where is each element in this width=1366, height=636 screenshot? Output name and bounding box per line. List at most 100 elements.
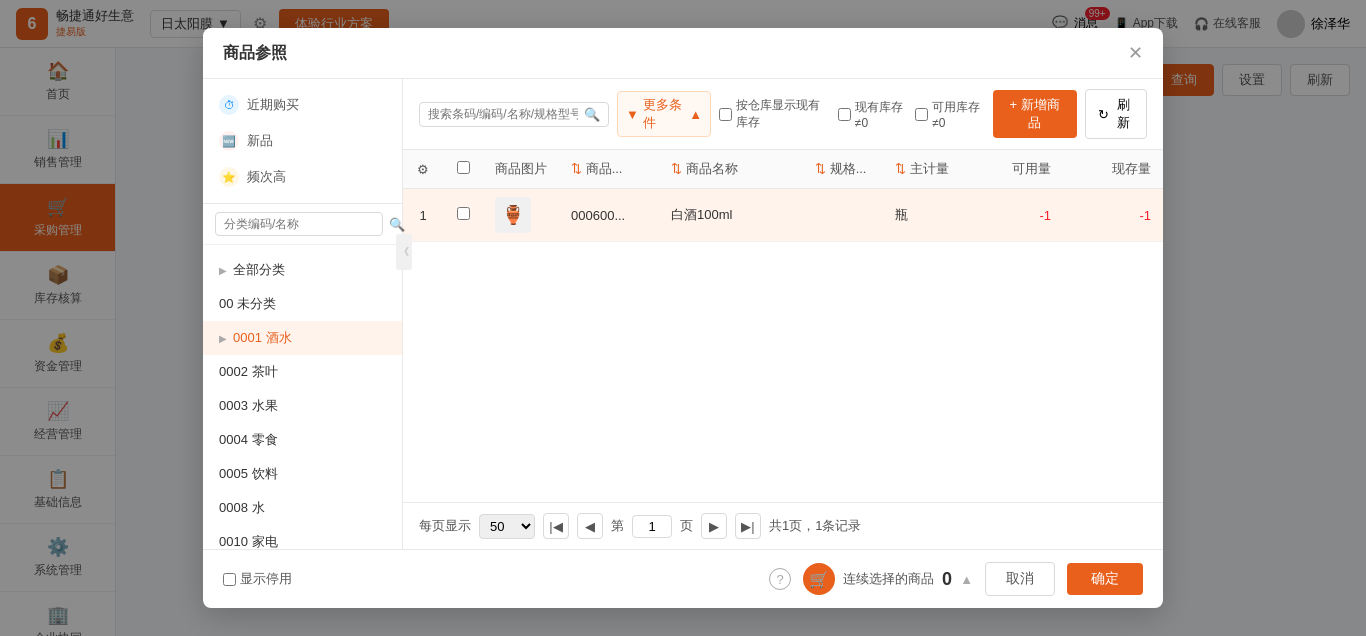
sort-icon-unit: ⇅ bbox=[895, 161, 906, 176]
cat-item-0003[interactable]: 0003 水果 bbox=[203, 389, 402, 423]
tab-recent-label: 近期购买 bbox=[247, 96, 299, 114]
collapse-icon: 《 bbox=[399, 245, 409, 259]
page-number-input[interactable] bbox=[632, 515, 672, 538]
product-search-input[interactable] bbox=[428, 107, 578, 121]
sort-icon-code: ⇅ bbox=[571, 161, 582, 176]
th-spec[interactable]: ⇅ 规格... bbox=[803, 150, 883, 189]
cart-area: 🛒 连续选择的商品 0 ▲ bbox=[803, 563, 973, 595]
arrow-icon: ▶ bbox=[219, 265, 227, 276]
prev-page-button[interactable]: ◀ bbox=[577, 513, 603, 539]
category-search-icon[interactable]: 🔍 bbox=[389, 217, 405, 232]
filter-up-icon: ▲ bbox=[689, 107, 702, 122]
cell-stock: -1 bbox=[1063, 189, 1163, 242]
left-tabs: ⏱ 近期购买 🆕 新品 ⭐ 频次高 bbox=[203, 79, 402, 204]
cancel-button[interactable]: 取消 bbox=[985, 562, 1055, 596]
cat-item-0001[interactable]: ▶ 0001 酒水 bbox=[203, 321, 402, 355]
right-panel: 🔍 ▼ 更多条件 ▲ 按仓库显示现有库存 现有库存≠0 bbox=[403, 79, 1163, 549]
th-code[interactable]: ⇅ 商品... bbox=[559, 150, 659, 189]
th-check[interactable] bbox=[443, 150, 483, 189]
cart-count: 0 bbox=[942, 569, 952, 590]
next-page-button[interactable]: ▶ bbox=[701, 513, 727, 539]
last-page-button[interactable]: ▶| bbox=[735, 513, 761, 539]
table-row[interactable]: 1 🏺 000600... 白酒100ml 瓶 bbox=[403, 189, 1163, 242]
sort-icon-name: ⇅ bbox=[671, 161, 682, 176]
th-stock: 现存量 bbox=[1063, 150, 1163, 189]
th-name[interactable]: ⇅ 商品名称 bbox=[659, 150, 803, 189]
th-unit[interactable]: ⇅ 主计量 bbox=[883, 150, 963, 189]
freq-icon: ⭐ bbox=[219, 167, 239, 187]
th-img: 商品图片 bbox=[483, 150, 559, 189]
left-panel: ⏱ 近期购买 🆕 新品 ⭐ 频次高 🔍 bbox=[203, 79, 403, 549]
cell-name: 白酒100ml bbox=[659, 189, 803, 242]
tab-new[interactable]: 🆕 新品 bbox=[203, 123, 402, 159]
checkbox-avail-ne0-label[interactable]: 可用库存≠0 bbox=[915, 99, 984, 130]
category-search-input[interactable] bbox=[215, 212, 383, 236]
refresh-icon: ↻ bbox=[1098, 107, 1109, 122]
sort-icon-spec: ⇅ bbox=[815, 161, 826, 176]
cell-unit: 瓶 bbox=[883, 189, 963, 242]
total-text: 共1页，1条记录 bbox=[769, 517, 861, 535]
show-disabled-label[interactable]: 显示停用 bbox=[223, 570, 292, 588]
cat-item-00[interactable]: 00 未分类 bbox=[203, 287, 402, 321]
confirm-button[interactable]: 确定 bbox=[1067, 563, 1143, 595]
tab-freq-label: 频次高 bbox=[247, 168, 286, 186]
checkbox-stock-ne0[interactable] bbox=[838, 108, 851, 121]
new-icon: 🆕 bbox=[219, 131, 239, 151]
show-disabled-checkbox[interactable] bbox=[223, 573, 236, 586]
cell-img: 🏺 bbox=[483, 189, 559, 242]
per-page-label: 每页显示 bbox=[419, 517, 471, 535]
pagination-bar: 每页显示 50 10 20 100 |◀ ◀ 第 页 ▶ ▶| 共1页，1条记录 bbox=[403, 502, 1163, 549]
right-toolbar: 🔍 ▼ 更多条件 ▲ 按仓库显示现有库存 现有库存≠0 bbox=[403, 79, 1163, 150]
row-checkbox[interactable] bbox=[457, 207, 470, 220]
help-icon[interactable]: ? bbox=[769, 568, 791, 590]
cat-item-0010[interactable]: 0010 家电 bbox=[203, 525, 402, 549]
cat-item-0005[interactable]: 0005 饮料 bbox=[203, 457, 402, 491]
cell-avail: -1 bbox=[963, 189, 1063, 242]
modal-header: 商品参照 ✕ bbox=[203, 28, 1163, 79]
checkbox-warehouse[interactable] bbox=[719, 108, 732, 121]
checkbox-stock-ne0-label[interactable]: 现有库存≠0 bbox=[838, 99, 907, 130]
category-search-row: 🔍 bbox=[203, 204, 402, 245]
page-suffix: 页 bbox=[680, 517, 693, 535]
tab-new-label: 新品 bbox=[247, 132, 273, 150]
product-thumbnail: 🏺 bbox=[495, 197, 531, 233]
modal-title: 商品参照 bbox=[223, 43, 287, 64]
arrow-icon-0001: ▶ bbox=[219, 333, 227, 344]
product-table: ⚙ 商品图片 ⇅ 商品... bbox=[403, 150, 1163, 242]
search-icon[interactable]: 🔍 bbox=[584, 107, 600, 122]
filter-icon: ▼ bbox=[626, 107, 639, 122]
product-reference-modal: 商品参照 ✕ ⏱ 近期购买 🆕 新品 ⭐ 频次高 bbox=[203, 28, 1163, 608]
filter-label: 更多条件 bbox=[643, 96, 685, 132]
cat-item-all[interactable]: ▶ 全部分类 bbox=[203, 253, 402, 287]
tab-freq[interactable]: ⭐ 频次高 bbox=[203, 159, 402, 195]
category-list: ▶ 全部分类 00 未分类 ▶ 0001 酒水 0002 茶叶 0003 水果 bbox=[203, 245, 402, 549]
cell-spec bbox=[803, 189, 883, 242]
modal-close-icon[interactable]: ✕ bbox=[1128, 42, 1143, 64]
cart-icon[interactable]: 🛒 bbox=[803, 563, 835, 595]
product-table-wrap: ⚙ 商品图片 ⇅ 商品... bbox=[403, 150, 1163, 502]
cell-code: 000600... bbox=[559, 189, 659, 242]
cell-check[interactable] bbox=[443, 189, 483, 242]
th-settings[interactable]: ⚙ bbox=[403, 150, 443, 189]
modal-body: ⏱ 近期购买 🆕 新品 ⭐ 频次高 🔍 bbox=[203, 79, 1163, 549]
refresh-button[interactable]: ↻ 刷新 bbox=[1085, 89, 1147, 139]
cart-collapse-icon[interactable]: ▲ bbox=[960, 572, 973, 587]
cat-item-0004[interactable]: 0004 零食 bbox=[203, 423, 402, 457]
tab-recent[interactable]: ⏱ 近期购买 bbox=[203, 87, 402, 123]
modal-footer: 显示停用 ? 🛒 连续选择的商品 0 ▲ 取消 确定 bbox=[203, 549, 1163, 608]
cat-item-0002[interactable]: 0002 茶叶 bbox=[203, 355, 402, 389]
product-search-wrap: 🔍 bbox=[419, 102, 609, 127]
first-page-button[interactable]: |◀ bbox=[543, 513, 569, 539]
checkbox-avail-ne0[interactable] bbox=[915, 108, 928, 121]
per-page-select[interactable]: 50 10 20 100 bbox=[479, 514, 535, 539]
checkbox-warehouse-label[interactable]: 按仓库显示现有库存 bbox=[719, 97, 830, 131]
th-avail: 可用量 bbox=[963, 150, 1063, 189]
more-filter-button[interactable]: ▼ 更多条件 ▲ bbox=[617, 91, 711, 137]
select-all-checkbox[interactable] bbox=[457, 161, 470, 174]
page-label: 第 bbox=[611, 517, 624, 535]
add-product-button[interactable]: + 新增商品 bbox=[993, 90, 1077, 138]
recent-icon: ⏱ bbox=[219, 95, 239, 115]
panel-collapse-btn[interactable]: 《 bbox=[396, 234, 412, 270]
cat-item-0008[interactable]: 0008 水 bbox=[203, 491, 402, 525]
modal-overlay: 商品参照 ✕ ⏱ 近期购买 🆕 新品 ⭐ 频次高 bbox=[0, 0, 1366, 636]
